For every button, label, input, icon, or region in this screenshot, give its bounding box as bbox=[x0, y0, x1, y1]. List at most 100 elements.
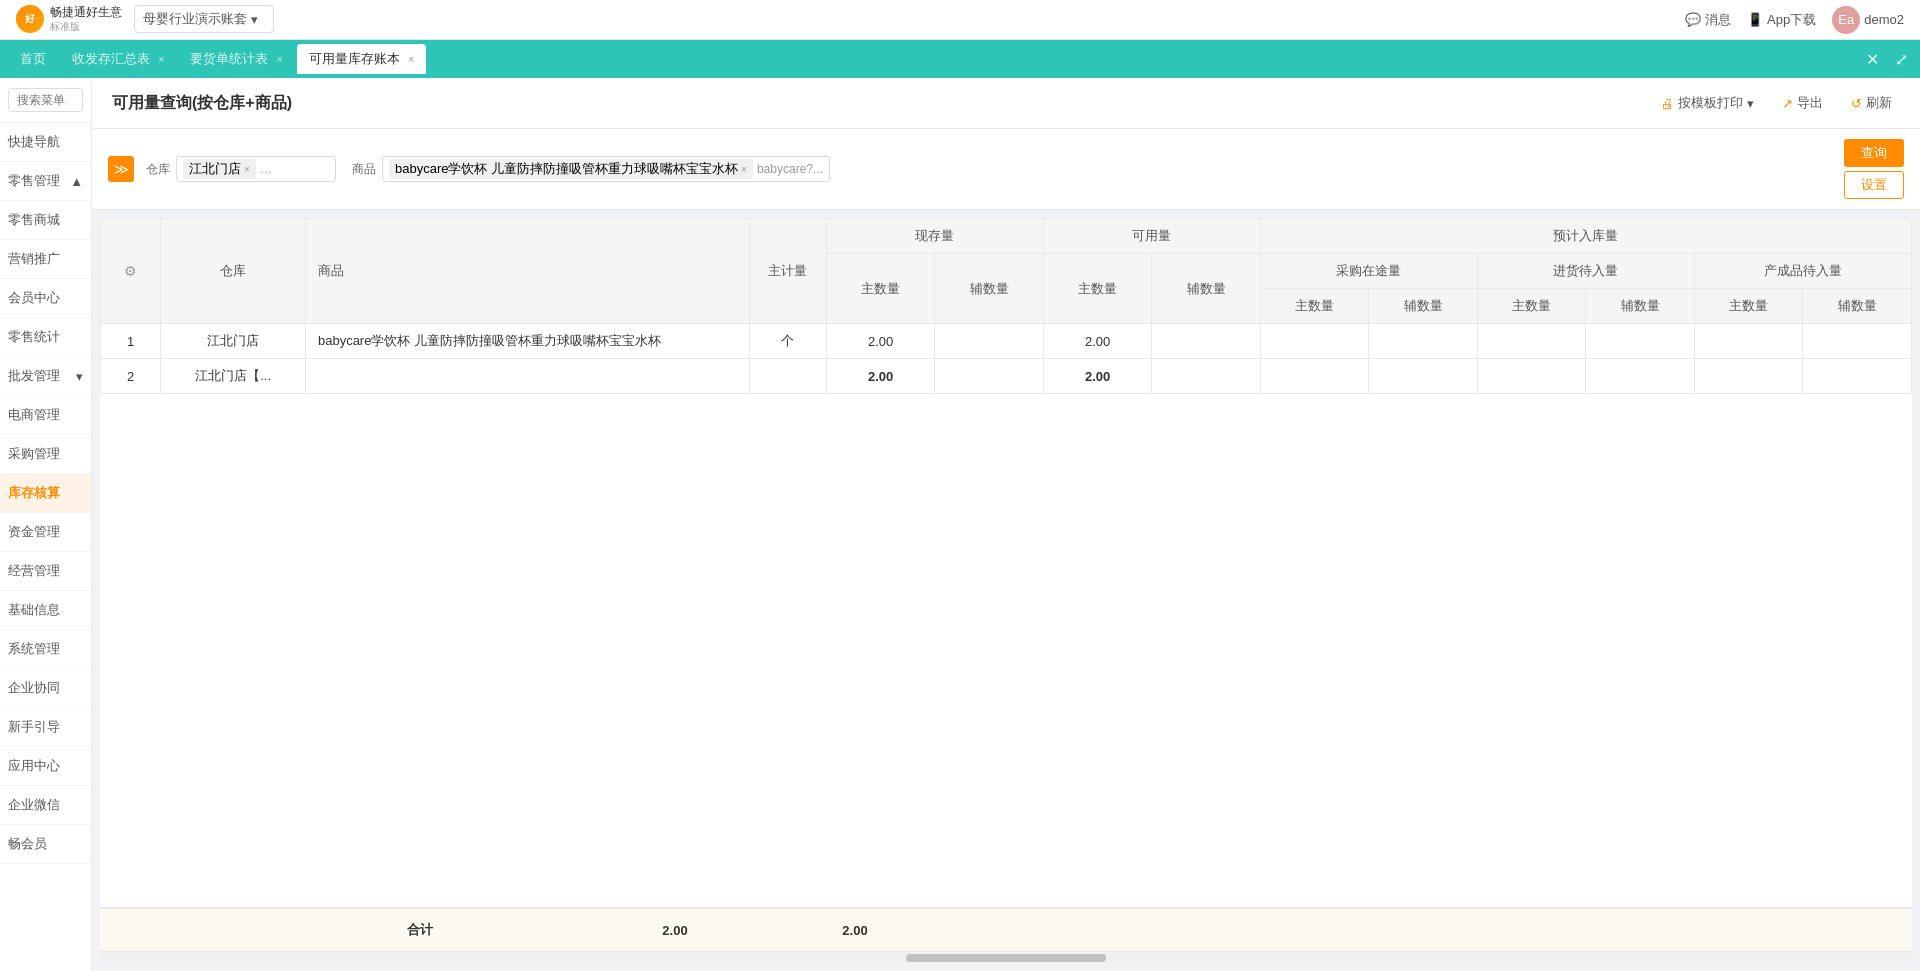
sidebar-search-input[interactable] bbox=[8, 88, 83, 112]
th-current-stock-group: 现存量 bbox=[826, 219, 1043, 254]
tab-receive-send-close[interactable]: × bbox=[158, 53, 164, 65]
product-tag-box[interactable]: babycare学饮杯 儿童防摔防撞吸管杯重力球吸嘴杯宝宝水杯 × babyca… bbox=[382, 156, 830, 182]
refresh-btn[interactable]: ↺ 刷新 bbox=[1843, 90, 1900, 116]
gear-icon[interactable]: ⚙ bbox=[124, 263, 137, 279]
sidebar-group-wholesale[interactable]: 批发管理 ▾ bbox=[0, 357, 91, 396]
sidebar-item-app-center[interactable]: 应用中心 bbox=[0, 747, 91, 786]
cell-available-main: 2.00 bbox=[1043, 359, 1152, 394]
expand-icon-wholesale: ▾ bbox=[76, 369, 83, 384]
product-more[interactable]: babycare?... bbox=[757, 162, 823, 176]
print-btn[interactable]: 🖨 按模板打印 ▾ bbox=[1653, 90, 1762, 116]
sidebar-item-ecom-label: 电商管理 bbox=[8, 406, 60, 424]
logo-area: 好 畅捷通好生意 标准版 bbox=[16, 5, 122, 33]
logo-icon: 好 bbox=[16, 5, 44, 33]
top-bar-right: 💬 消息 📱 App下载 Ea demo2 bbox=[1685, 6, 1904, 34]
sidebar-item-basic-label: 基础信息 bbox=[8, 601, 60, 619]
th-unit: 主计量 bbox=[749, 219, 826, 324]
table-spacer bbox=[100, 394, 1912, 907]
sidebar-item-basic[interactable]: 基础信息 bbox=[0, 591, 91, 630]
user-area[interactable]: Ea demo2 bbox=[1832, 6, 1904, 34]
settings-btn[interactable]: 设置 bbox=[1844, 171, 1904, 199]
sidebar: 快捷导航 零售管理 ▲ 零售商城 营销推广 会员中心 零售统计 批发管理 ▾ 电… bbox=[0, 78, 92, 971]
message-label: 消息 bbox=[1705, 11, 1731, 29]
warehouse-label: 仓库 bbox=[146, 161, 170, 178]
sidebar-item-retail-stat[interactable]: 零售统计 bbox=[0, 318, 91, 357]
industry-selector[interactable]: 母婴行业演示账套 ▾ bbox=[134, 5, 274, 33]
cell-incoming-aux bbox=[1586, 359, 1695, 394]
sidebar-item-vip[interactable]: 畅会员 bbox=[0, 825, 91, 864]
horizontal-scrollbar[interactable] bbox=[100, 951, 1912, 963]
cell-seq: 1 bbox=[101, 324, 161, 359]
scrollbar-thumb[interactable] bbox=[906, 954, 1106, 962]
sidebar-item-new-guide[interactable]: 新手引导 bbox=[0, 708, 91, 747]
page-header: 可用量查询(按仓库+商品) 🖨 按模板打印 ▾ ↗ 导出 ↺ 刷新 bbox=[92, 78, 1920, 129]
table-area: ⚙ 仓库 商品 主计量 现存量 可用量 预计入库量 主数量 辅数量 主数量 辅数… bbox=[100, 218, 1912, 963]
logo-text: 畅捷通好生意 bbox=[50, 5, 122, 19]
sidebar-item-purchase[interactable]: 采购管理 bbox=[0, 435, 91, 474]
footer-current-main: 2.00 bbox=[630, 917, 720, 944]
app-download-btn[interactable]: 📱 App下载 bbox=[1747, 11, 1816, 29]
sidebar-item-ecom[interactable]: 电商管理 bbox=[0, 396, 91, 435]
cell-current-aux bbox=[935, 324, 1044, 359]
top-bar-left: 好 畅捷通好生意 标准版 母婴行业演示账套 ▾ bbox=[16, 5, 274, 33]
product-tag-1-remove[interactable]: × bbox=[741, 164, 747, 175]
print-label: 按模板打印 bbox=[1678, 94, 1743, 112]
footer-label: 合计 bbox=[270, 915, 570, 945]
tab-receive-send[interactable]: 收发存汇总表 × bbox=[60, 44, 176, 74]
tab-close-all-btn[interactable]: ✕ bbox=[1862, 46, 1883, 73]
tab-bar-right: ✕ ⤢ bbox=[1862, 46, 1912, 73]
tab-available-stock-close[interactable]: × bbox=[408, 53, 414, 65]
tab-order-stat[interactable]: 要货单统计表 × bbox=[178, 44, 294, 74]
sidebar-item-finance-label: 资金管理 bbox=[8, 523, 60, 541]
sidebar-item-marketing[interactable]: 营销推广 bbox=[0, 240, 91, 279]
sidebar-item-quick-nav[interactable]: 快捷导航 bbox=[0, 123, 91, 162]
sidebar-item-enterprise-label: 企业协同 bbox=[8, 679, 60, 697]
tab-bar: 首页 收发存汇总表 × 要货单统计表 × 可用量库存账本 × ✕ ⤢ bbox=[0, 40, 1920, 78]
query-btn[interactable]: 查询 bbox=[1844, 139, 1904, 167]
cell-current-main: 2.00 bbox=[826, 359, 935, 394]
sidebar-item-finance[interactable]: 资金管理 bbox=[0, 513, 91, 552]
sidebar-item-stock-check-label: 库存核算 bbox=[8, 484, 60, 502]
cell-warehouse: 江北门店【... bbox=[161, 359, 306, 394]
tab-maximize-btn[interactable]: ⤢ bbox=[1891, 46, 1912, 73]
cell-product bbox=[305, 359, 749, 394]
tab-home-label: 首页 bbox=[20, 50, 46, 68]
sidebar-item-ops[interactable]: 经营管理 bbox=[0, 552, 91, 591]
sidebar-item-stock-check[interactable]: 库存核算 bbox=[0, 474, 91, 513]
sidebar-item-retail-store[interactable]: 零售商城 bbox=[0, 201, 91, 240]
warehouse-tag-box[interactable]: 江北门店 × … bbox=[176, 156, 336, 182]
message-btn[interactable]: 💬 消息 bbox=[1685, 11, 1731, 29]
sidebar-item-enterprise-wx[interactable]: 企业微信 bbox=[0, 786, 91, 825]
sidebar-item-enterprise[interactable]: 企业协同 bbox=[0, 669, 91, 708]
table-row: 2 江北门店【... 2.00 2.00 bbox=[101, 359, 1912, 394]
data-table: ⚙ 仓库 商品 主计量 现存量 可用量 预计入库量 主数量 辅数量 主数量 辅数… bbox=[100, 218, 1912, 394]
sidebar-item-sys[interactable]: 系统管理 bbox=[0, 630, 91, 669]
sidebar-item-new-guide-label: 新手引导 bbox=[8, 718, 60, 736]
filter-toggle-btn[interactable]: ≫ bbox=[108, 156, 134, 182]
th-forecast-in-group: 预计入库量 bbox=[1260, 219, 1911, 254]
sidebar-group-retail-label: 零售管理 bbox=[8, 172, 60, 190]
warehouse-tag-1: 江北门店 × bbox=[183, 159, 256, 179]
message-icon: 💬 bbox=[1685, 12, 1701, 27]
cell-incoming-main bbox=[1477, 359, 1586, 394]
export-btn[interactable]: ↗ 导出 bbox=[1774, 90, 1831, 116]
th-purchase-aux: 辅数量 bbox=[1369, 289, 1478, 324]
warehouse-filter: 仓库 江北门店 × … bbox=[146, 156, 336, 182]
tab-available-stock[interactable]: 可用量库存账本 × bbox=[297, 44, 426, 74]
tab-order-stat-close[interactable]: × bbox=[276, 53, 282, 65]
app-icon: 📱 bbox=[1747, 12, 1763, 27]
th-seq: ⚙ bbox=[101, 219, 161, 324]
cell-purchase-main bbox=[1260, 359, 1369, 394]
warehouse-tag-1-remove[interactable]: × bbox=[244, 164, 250, 175]
warehouse-more[interactable]: … bbox=[260, 162, 272, 176]
th-product-pending-group: 产成品待入量 bbox=[1694, 254, 1911, 289]
tab-home[interactable]: 首页 bbox=[8, 44, 58, 74]
footer-current-aux bbox=[720, 924, 810, 936]
cell-available-aux bbox=[1152, 359, 1261, 394]
sidebar-group-retail[interactable]: 零售管理 ▲ bbox=[0, 162, 91, 201]
footer-available-aux bbox=[900, 924, 990, 936]
th-available-main: 主数量 bbox=[1043, 254, 1152, 324]
cell-current-aux bbox=[935, 359, 1044, 394]
sidebar-item-member[interactable]: 会员中心 bbox=[0, 279, 91, 318]
th-current-main: 主数量 bbox=[826, 254, 935, 324]
